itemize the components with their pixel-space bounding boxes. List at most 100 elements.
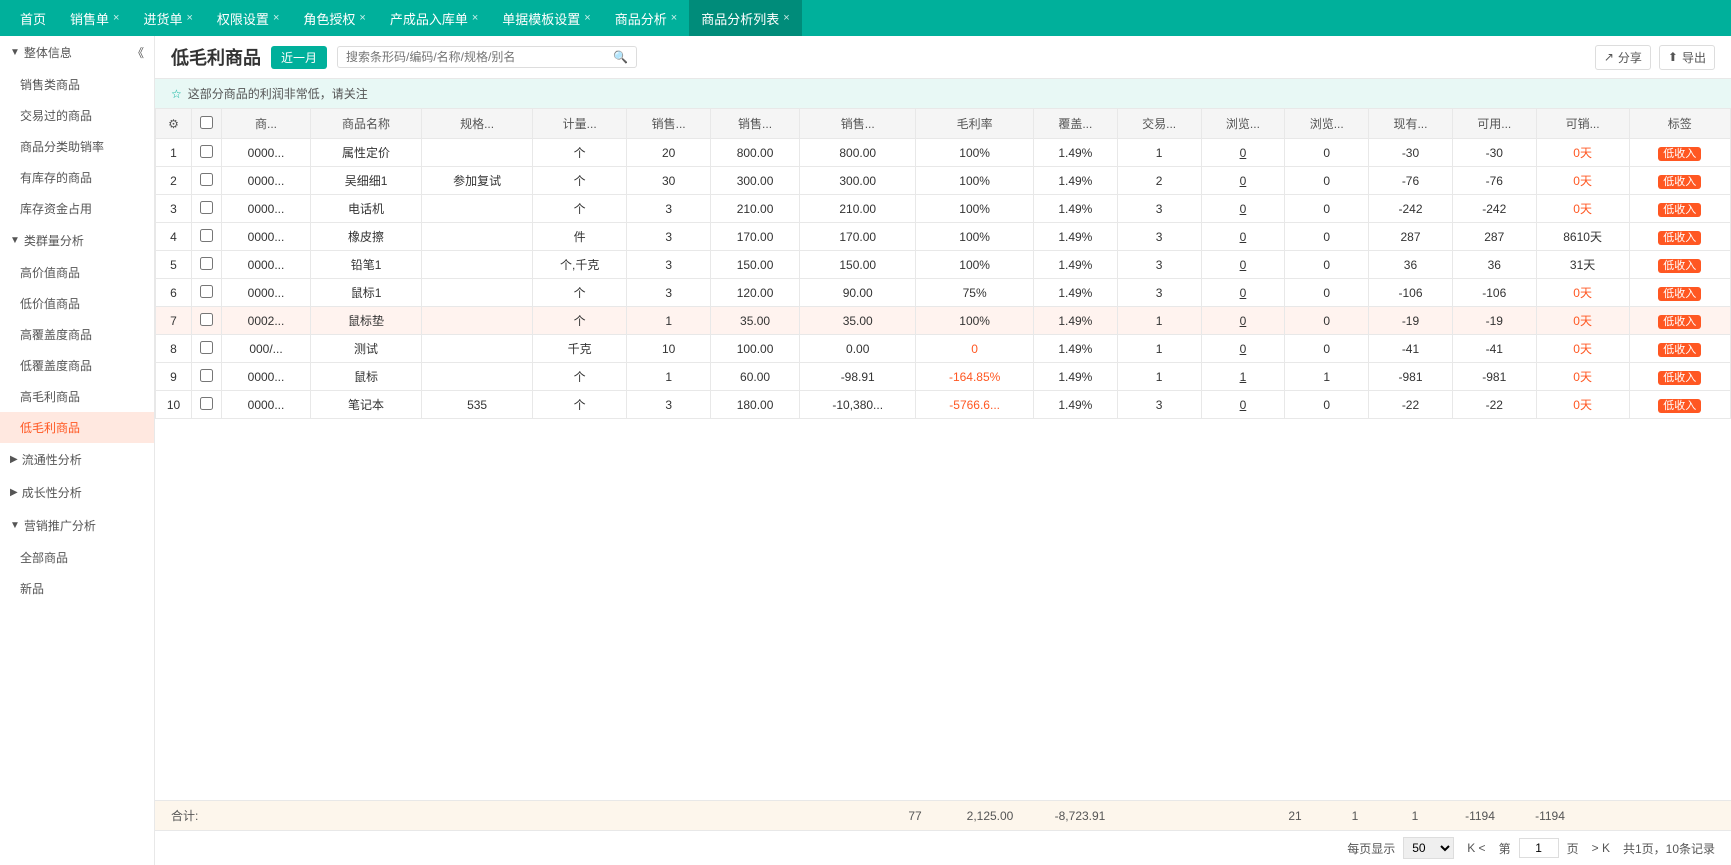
row-view1-8[interactable]: 1: [1201, 363, 1285, 391]
time-filter-button[interactable]: 近一月: [271, 46, 327, 69]
col-unit[interactable]: 计量...: [533, 109, 627, 139]
row-select-3[interactable]: [200, 229, 213, 242]
col-gross-rate[interactable]: 毛利率: [916, 109, 1034, 139]
search-input[interactable]: [346, 50, 613, 64]
col-available[interactable]: 可用...: [1452, 109, 1536, 139]
col-view2[interactable]: 浏览...: [1285, 109, 1369, 139]
row-checkbox-6[interactable]: [192, 307, 222, 335]
nav-permissions[interactable]: 权限设置 ×: [205, 0, 291, 36]
row-checkbox-1[interactable]: [192, 167, 222, 195]
close-permissions-icon[interactable]: ×: [273, 12, 279, 24]
col-code[interactable]: 商...: [222, 109, 311, 139]
row-select-8[interactable]: [200, 369, 213, 382]
col-sales-price[interactable]: 销售...: [711, 109, 800, 139]
row-view1-9[interactable]: 0: [1201, 391, 1285, 419]
col-view1[interactable]: 浏览...: [1201, 109, 1285, 139]
row-checkbox-0[interactable]: [192, 139, 222, 167]
row-view1-7[interactable]: 0: [1201, 335, 1285, 363]
row-sales-qty-4: 3: [627, 251, 711, 279]
sidebar-item-stocked-goods[interactable]: 有库存的商品: [0, 162, 154, 193]
sidebar-item-capital[interactable]: 库存资金占用: [0, 193, 154, 224]
search-box[interactable]: 🔍: [337, 46, 637, 68]
col-sales-amount[interactable]: 销售...: [800, 109, 916, 139]
row-select-7[interactable]: [200, 341, 213, 354]
row-select-5[interactable]: [200, 285, 213, 298]
row-select-6[interactable]: [200, 313, 213, 326]
close-purchase-icon[interactable]: ×: [186, 12, 192, 24]
table-row: 6 0000... 鼠标1 个 3 120.00 90.00 75% 1.49%…: [156, 279, 1731, 307]
nav-purchase[interactable]: 进货单 ×: [131, 0, 204, 36]
col-spec[interactable]: 规格...: [422, 109, 533, 139]
row-checkbox-3[interactable]: [192, 223, 222, 251]
row-select-0[interactable]: [200, 145, 213, 158]
next-page-btn[interactable]: > K: [1587, 839, 1615, 857]
table-row: 3 0000... 电话机 个 3 210.00 210.00 100% 1.4…: [156, 195, 1731, 223]
row-checkbox-9[interactable]: [192, 391, 222, 419]
row-checkbox-7[interactable]: [192, 335, 222, 363]
row-view1-4[interactable]: 0: [1201, 251, 1285, 279]
close-role-icon[interactable]: ×: [359, 12, 365, 24]
col-saleable[interactable]: 可销...: [1536, 109, 1629, 139]
page-input[interactable]: [1519, 838, 1559, 858]
close-product-entry-icon[interactable]: ×: [472, 12, 478, 24]
sidebar-group-flow[interactable]: ▶ 流通性分析: [0, 443, 154, 476]
sidebar-item-low-coverage[interactable]: 低覆盖度商品: [0, 350, 154, 381]
row-select-4[interactable]: [200, 257, 213, 270]
sidebar-item-high-margin[interactable]: 高毛利商品: [0, 381, 154, 412]
sidebar-item-traded-goods[interactable]: 交易过的商品: [0, 100, 154, 131]
row-checkbox-8[interactable]: [192, 363, 222, 391]
col-settings[interactable]: ⚙: [156, 109, 192, 139]
sidebar-item-low-margin[interactable]: 低毛利商品: [0, 412, 154, 443]
row-view1-0[interactable]: 0: [1201, 139, 1285, 167]
table-wrapper[interactable]: ⚙ 商... 商品名称 规格... 计量... 销售... 销售... 销售..…: [155, 108, 1731, 800]
row-view1-2[interactable]: 0: [1201, 195, 1285, 223]
sidebar-item-sales-goods[interactable]: 销售类商品: [0, 69, 154, 100]
sidebar-item-all-goods[interactable]: 全部商品: [0, 542, 154, 573]
col-tag[interactable]: 标签: [1629, 109, 1730, 139]
close-template-icon[interactable]: ×: [584, 12, 590, 24]
row-checkbox-4[interactable]: [192, 251, 222, 279]
nav-analysis-list[interactable]: 商品分析列表 ×: [689, 0, 801, 36]
col-checkbox[interactable]: [192, 109, 222, 139]
arrow-flow-icon: ▶: [10, 454, 18, 465]
sidebar-item-high-value[interactable]: 高价值商品: [0, 257, 154, 288]
row-checkbox-2[interactable]: [192, 195, 222, 223]
nav-template[interactable]: 单据模板设置 ×: [490, 0, 602, 36]
sidebar-item-category-rate[interactable]: 商品分类助销率: [0, 131, 154, 162]
select-all-checkbox[interactable]: [200, 116, 213, 129]
search-icon[interactable]: 🔍: [613, 50, 628, 64]
sidebar-group-growth[interactable]: ▶ 成长性分析: [0, 476, 154, 509]
sidebar-group-overall[interactable]: ▼ 整体信息 《: [0, 36, 154, 69]
export-button[interactable]: ⬆ 导出: [1659, 45, 1715, 70]
prev-page-btn[interactable]: K <: [1462, 839, 1490, 857]
col-current[interactable]: 现有...: [1369, 109, 1453, 139]
collapse-sidebar-icon[interactable]: 《: [132, 44, 144, 61]
row-select-9[interactable]: [200, 397, 213, 410]
col-trade[interactable]: 交易...: [1117, 109, 1201, 139]
nav-home[interactable]: 首页: [8, 0, 58, 36]
share-button[interactable]: ↗ 分享: [1595, 45, 1651, 70]
close-sales-icon[interactable]: ×: [113, 12, 119, 24]
row-view1-1[interactable]: 0: [1201, 167, 1285, 195]
col-coverage[interactable]: 覆盖...: [1033, 109, 1117, 139]
close-analysis-list-icon[interactable]: ×: [783, 12, 789, 24]
nav-role[interactable]: 角色授权 ×: [291, 0, 377, 36]
sidebar-item-high-coverage[interactable]: 高覆盖度商品: [0, 319, 154, 350]
row-view1-5[interactable]: 0: [1201, 279, 1285, 307]
sidebar-group-cluster[interactable]: ▼ 类群量分析: [0, 224, 154, 257]
row-select-1[interactable]: [200, 173, 213, 186]
nav-product-entry[interactable]: 产成品入库单 ×: [378, 0, 490, 36]
col-sales-qty[interactable]: 销售...: [627, 109, 711, 139]
nav-product-analysis[interactable]: 商品分析 ×: [603, 0, 689, 36]
row-view1-6[interactable]: 0: [1201, 307, 1285, 335]
row-view1-3[interactable]: 0: [1201, 223, 1285, 251]
row-select-2[interactable]: [200, 201, 213, 214]
nav-sales[interactable]: 销售单 ×: [58, 0, 131, 36]
per-page-select[interactable]: 50 100 200: [1403, 837, 1454, 859]
col-name[interactable]: 商品名称: [311, 109, 422, 139]
sidebar-item-low-value[interactable]: 低价值商品: [0, 288, 154, 319]
sidebar-item-new-goods[interactable]: 新品: [0, 573, 154, 604]
sidebar-group-marketing[interactable]: ▼ 营销推广分析: [0, 509, 154, 542]
close-analysis-icon[interactable]: ×: [671, 12, 677, 24]
row-checkbox-5[interactable]: [192, 279, 222, 307]
